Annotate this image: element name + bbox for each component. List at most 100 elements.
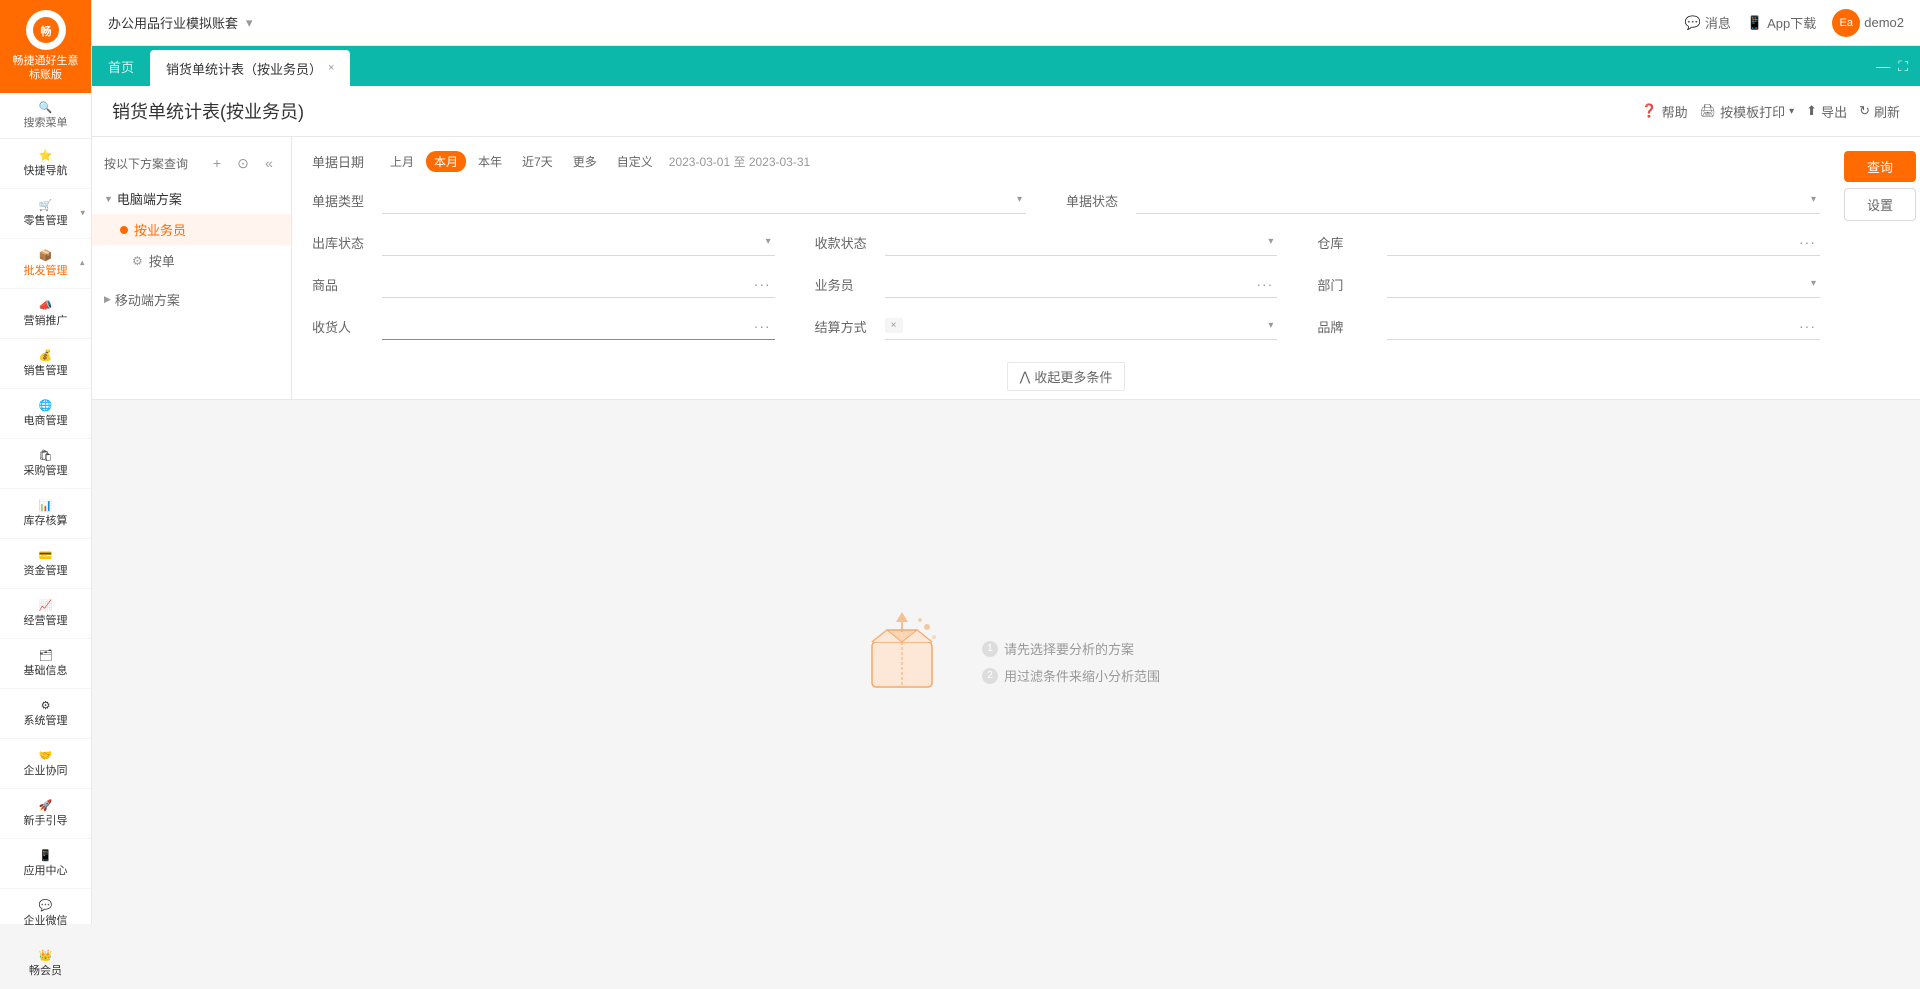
query-button[interactable]: 查询 <box>1844 151 1916 182</box>
empty-state-area: 1 请先选择要分析的方案 2 用过滤条件来缩小分析范围 <box>92 400 1920 924</box>
sidebar-item-operations[interactable]: 📈 经营管理 <box>0 589 91 639</box>
date-filter-row: 单据日期 上月 本月 本年 近7天 更多 自定义 2023-03-01 至 20… <box>312 151 1820 172</box>
doc-type-control[interactable]: ▾ <box>382 186 1026 214</box>
filter-warehouse: 仓库 ··· <box>1317 228 1820 256</box>
settlement-clear-x[interactable]: × <box>891 320 897 331</box>
page-header-actions: ❓ 帮助 🖨 按模板打印 ▾ ⬆ 导出 ↻ 刷新 <box>1641 102 1900 121</box>
recipient-label: 收货人 <box>312 317 382 336</box>
tab-close-icon[interactable]: × <box>328 62 334 74</box>
marketing-icon: 📣 <box>39 299 53 312</box>
tab-minimize-icon[interactable]: — <box>1876 58 1890 74</box>
date-tab-more[interactable]: 更多 <box>565 151 605 172</box>
topbar-left: 办公用品行业模拟账套 ▾ <box>108 13 253 32</box>
refresh-btn[interactable]: ↻ 刷新 <box>1859 102 1900 121</box>
tab-expand-icon[interactable]: ⛶ <box>1898 58 1908 75</box>
app-download-btn[interactable]: 📱 App下载 <box>1747 13 1816 32</box>
wholesale-label: 批发管理 <box>24 262 68 278</box>
wechat-label: 企业微信 <box>24 912 68 928</box>
newbie-icon: 🚀 <box>39 799 53 812</box>
left-panel-icons: + ⊙ « <box>207 153 279 173</box>
tip-text-1: 请先选择要分析的方案 <box>1004 639 1134 658</box>
tab-home[interactable]: 首页 <box>92 46 150 86</box>
print-arrow-icon: ▾ <box>1789 106 1794 117</box>
receipt-status-control[interactable]: ▾ <box>885 228 1278 256</box>
recipient-control[interactable]: ··· <box>382 312 775 340</box>
sidebar-item-marketing[interactable]: 📣 营销推广 <box>0 289 91 339</box>
out-status-arrow-icon: ▾ <box>766 236 771 247</box>
retail-arrow-icon: ▾ <box>80 208 85 219</box>
out-status-control[interactable]: ▾ <box>382 228 775 256</box>
sidebar-item-system[interactable]: ⚙ 系统管理 <box>0 689 91 739</box>
sidebar-item-finance[interactable]: 💳 资金管理 <box>0 539 91 589</box>
help-icon: ❓ <box>1641 103 1657 119</box>
sidebar-item-retail[interactable]: 🛒 零售管理 ▾ <box>0 189 91 239</box>
sidebar-item-inventory[interactable]: 📊 库存核算 <box>0 489 91 539</box>
sidebar-item-basic[interactable]: 🗂 基础信息 <box>0 639 91 689</box>
tip-text-2: 用过滤条件来缩小分析范围 <box>1004 666 1160 685</box>
left-panel-title: 按以下方案查询 <box>104 155 188 172</box>
brand-control[interactable]: ··· <box>1387 312 1820 340</box>
empty-tip-2: 2 用过滤条件来缩小分析范围 <box>982 666 1160 685</box>
sidebar-item-newbie[interactable]: 🚀 新手引导 <box>0 789 91 839</box>
sidebar-item-quick-nav[interactable]: ⭐ 快捷导航 <box>0 139 91 189</box>
collab-label: 企业协同 <box>24 762 68 778</box>
date-tab-custom[interactable]: 自定义 <box>609 151 661 172</box>
staff-dots-icon: ··· <box>1256 276 1273 292</box>
sidebar-item-collab[interactable]: 🤝 企业协同 <box>0 739 91 789</box>
tab-sales-stats[interactable]: 销货单统计表（按业务员） × <box>150 50 350 86</box>
date-tabs: 上月 本月 本年 近7天 更多 自定义 <box>382 151 661 172</box>
scheme-group-desktop-header[interactable]: ▼ 电脑端方案 <box>92 183 291 214</box>
print-btn[interactable]: 🖨 按模板打印 ▾ <box>1700 102 1795 121</box>
user-profile[interactable]: Ea demo2 <box>1832 9 1904 37</box>
message-btn[interactable]: 💬 消息 <box>1685 13 1731 32</box>
sidebar-logo[interactable]: 畅 畅捷通好生意 标账版 <box>0 0 91 93</box>
message-label: 消息 <box>1705 13 1731 32</box>
add-scheme-icon[interactable]: + <box>207 153 227 173</box>
collab-icon: 🤝 <box>39 749 53 762</box>
help-btn[interactable]: ❓ 帮助 <box>1641 102 1687 121</box>
print-icon: 🖨 <box>1700 103 1717 119</box>
edit-scheme-icon[interactable]: ⊙ <box>233 153 253 173</box>
date-tab-this-month[interactable]: 本月 <box>426 151 466 172</box>
apps-label: 应用中心 <box>24 862 68 878</box>
warehouse-control[interactable]: ··· <box>1387 228 1820 256</box>
doc-status-arrow-icon: ▾ <box>1811 194 1816 205</box>
tabbar: 首页 销货单统计表（按业务员） × — ⛶ <box>92 46 1920 86</box>
receipt-status-label: 收款状态 <box>815 233 885 252</box>
staff-control[interactable]: ··· <box>885 270 1278 298</box>
sidebar-item-wholesale[interactable]: 📦 批发管理 ▾ <box>0 239 91 289</box>
collapse-btn[interactable]: ⋀ 收起更多条件 <box>1007 362 1126 391</box>
scheme-item-by-staff[interactable]: 按业务员 <box>92 214 291 245</box>
sidebar-item-sales[interactable]: 💰 销售管理 <box>0 339 91 389</box>
collapse-panel-icon[interactable]: « <box>259 153 279 173</box>
sidebar-search-menu[interactable]: 🔍 搜索菜单 <box>0 93 91 139</box>
left-panel-header: 按以下方案查询 + ⊙ « <box>92 147 291 179</box>
retail-label: 零售管理 <box>24 212 68 228</box>
filter-row-1: 单据类型 ▾ 单据状态 ▾ <box>312 186 1820 214</box>
date-tab-this-year[interactable]: 本年 <box>470 151 510 172</box>
sidebar-item-wechat[interactable]: 💬 企业微信 <box>0 889 91 939</box>
scheme-group-mobile-header[interactable]: ▶ 移动端方案 <box>92 284 291 315</box>
sub-icon: ⚙ <box>132 254 143 268</box>
empty-state-text: 1 请先选择要分析的方案 2 用过滤条件来缩小分析范围 <box>982 639 1160 685</box>
page-title: 销货单统计表(按业务员) <box>112 98 304 124</box>
sidebar-item-member[interactable]: 👑 畅会员 <box>0 939 91 989</box>
sidebar-item-ecommerce[interactable]: 🌐 电商管理 <box>0 389 91 439</box>
retail-icon: 🛒 <box>39 199 53 212</box>
basic-icon: 🗂 <box>39 649 53 662</box>
goods-control[interactable]: ··· <box>382 270 775 298</box>
settlement-control[interactable]: × ▾ <box>885 312 1278 340</box>
company-dropdown-icon[interactable]: ▾ <box>246 15 253 31</box>
sidebar-item-apps[interactable]: 📱 应用中心 <box>0 839 91 889</box>
sub-item-by-order[interactable]: ⚙ 按单 <box>92 245 291 276</box>
date-tab-7days[interactable]: 近7天 <box>514 151 561 172</box>
date-tab-last-month[interactable]: 上月 <box>382 151 422 172</box>
setting-button[interactable]: 设置 <box>1844 188 1916 221</box>
refresh-icon: ↻ <box>1859 103 1870 119</box>
filter-recipient: 收货人 ··· <box>312 312 815 340</box>
export-btn[interactable]: ⬆ 导出 <box>1806 102 1847 121</box>
filter-row-2: 出库状态 ▾ 收款状态 ▾ <box>312 228 1820 256</box>
doc-status-control[interactable]: ▾ <box>1136 186 1820 214</box>
dept-control[interactable]: ▾ <box>1387 270 1820 298</box>
sidebar-item-purchase[interactable]: 🛍 采购管理 <box>0 439 91 489</box>
